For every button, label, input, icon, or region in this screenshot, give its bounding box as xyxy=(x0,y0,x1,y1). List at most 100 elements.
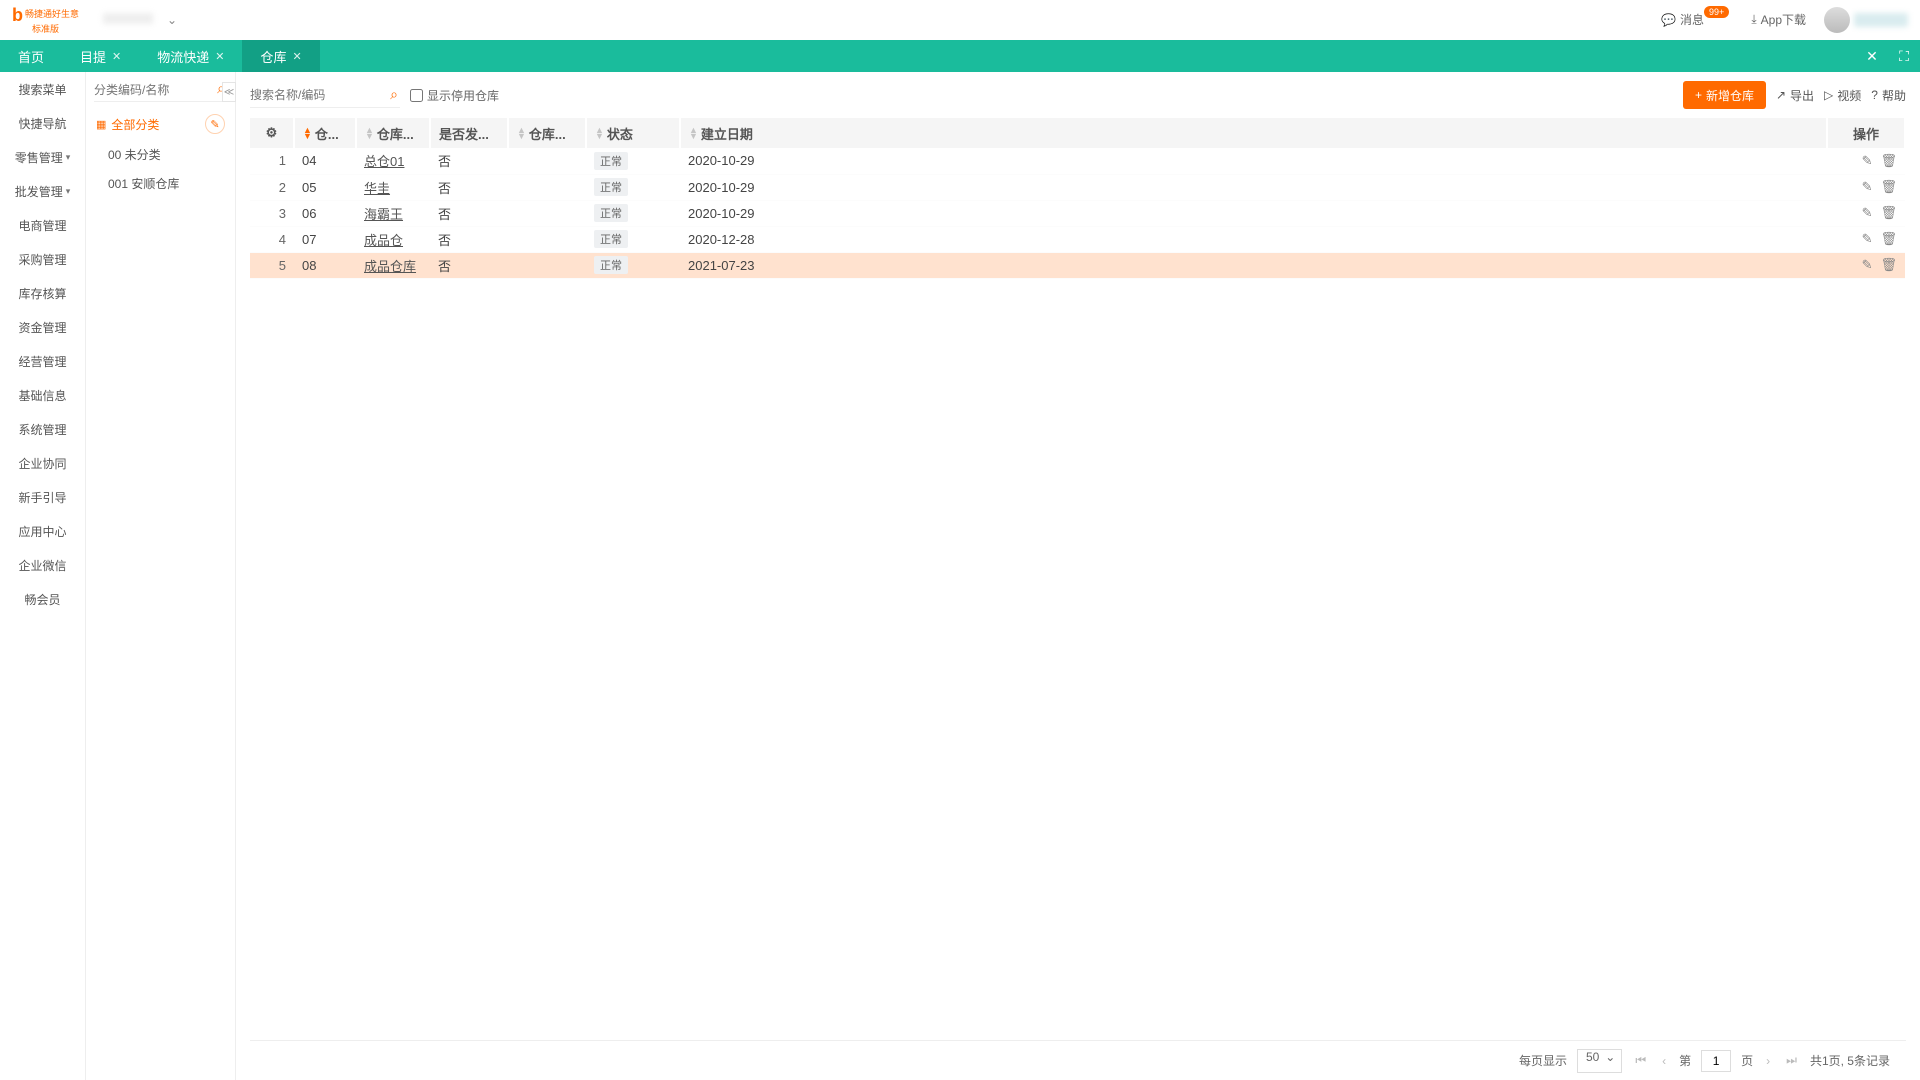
help-button[interactable]: ? 帮助 xyxy=(1871,87,1906,104)
delete-icon[interactable]: 🗑 xyxy=(1880,231,1897,246)
category-item-0[interactable]: 00 未分类 xyxy=(86,140,235,169)
edit-category-button[interactable]: ✎ xyxy=(205,114,225,134)
category-all[interactable]: ▦ 全部分类 ✎ xyxy=(86,108,235,140)
close-all-tabs-button[interactable]: ✕ xyxy=(1856,40,1888,72)
edit-icon[interactable]: ✎ xyxy=(1862,231,1873,246)
table-row[interactable]: 104总仓01否正常2020-10-29✎🗑 xyxy=(250,148,1905,174)
cell-code: 08 xyxy=(294,252,356,278)
nav-label: 基础信息 xyxy=(18,387,66,404)
nav-item-2[interactable]: 零售管理▾ xyxy=(0,140,85,174)
fullscreen-button[interactable]: ⛶ xyxy=(1888,40,1920,72)
export-button[interactable]: ↗ 导出 xyxy=(1776,87,1814,104)
nav-item-11[interactable]: 企业协同 xyxy=(0,446,85,480)
plus-icon: + xyxy=(1695,88,1702,102)
nav-item-9[interactable]: 基础信息 xyxy=(0,378,85,412)
messages-button[interactable]: 💬 消息 99+ xyxy=(1661,11,1733,28)
th-date[interactable]: ▲▼建立日期 xyxy=(680,118,1827,148)
nav-item-12[interactable]: 新手引导 xyxy=(0,480,85,514)
status-badge: 正常 xyxy=(594,230,628,248)
table-row[interactable]: 508成品仓库否正常2021-07-23✎🗑 xyxy=(250,252,1905,278)
th-gear[interactable]: ⚙ xyxy=(250,118,294,148)
edit-icon[interactable]: ✎ xyxy=(1862,153,1873,168)
warehouse-link[interactable]: 总仓01 xyxy=(364,154,404,169)
close-icon[interactable]: ✕ xyxy=(293,50,302,63)
tab-label: 目提 xyxy=(80,47,106,66)
th-name[interactable]: ▲▼仓库... xyxy=(356,118,430,148)
th-code[interactable]: ▲▼仓... xyxy=(294,118,356,148)
nav-item-15[interactable]: 畅会员 xyxy=(0,582,85,616)
nav-item-8[interactable]: 经营管理 xyxy=(0,344,85,378)
per-page-label: 每页显示 xyxy=(1519,1052,1567,1069)
th-status[interactable]: ▲▼状态 xyxy=(586,118,680,148)
category-item-1[interactable]: 001 安顺仓库 xyxy=(86,169,235,198)
search-icon[interactable]: ⌕ xyxy=(390,86,398,103)
tab-2[interactable]: 物流快递✕ xyxy=(139,40,242,72)
page-first-button[interactable]: ⏮ xyxy=(1632,1053,1649,1068)
cell-addr xyxy=(508,174,586,200)
close-icon[interactable]: ✕ xyxy=(112,50,121,63)
tab-label: 仓库 xyxy=(260,47,286,66)
cell-addr xyxy=(508,252,586,278)
delete-icon[interactable]: 🗑 xyxy=(1880,257,1897,272)
delete-icon[interactable]: 🗑 xyxy=(1880,153,1897,168)
nav-item-0[interactable]: 搜索菜单 xyxy=(0,72,85,106)
tab-label: 首页 xyxy=(18,47,44,66)
user-name-blur xyxy=(1854,13,1908,27)
show-disabled-input[interactable] xyxy=(410,89,423,102)
warehouse-link[interactable]: 成品仓库 xyxy=(364,259,416,274)
edit-icon[interactable]: ✎ xyxy=(1862,205,1873,220)
app-download-button[interactable]: ⤓ App下载 xyxy=(1751,11,1806,28)
toolbar: ⌕ 显示停用仓库 + 新增仓库 ↗ 导出 ▷ 视频 ? 帮助 xyxy=(236,72,1920,118)
company-dropdown[interactable]: ⌄ xyxy=(95,9,183,31)
cell-date: 2020-10-29 xyxy=(680,148,1827,174)
nav-item-7[interactable]: 资金管理 xyxy=(0,310,85,344)
nav-item-4[interactable]: 电商管理 xyxy=(0,208,85,242)
add-warehouse-button[interactable]: + 新增仓库 xyxy=(1683,81,1766,109)
table-row[interactable]: 306海霸王否正常2020-10-29✎🗑 xyxy=(250,200,1905,226)
delete-icon[interactable]: 🗑 xyxy=(1880,205,1897,220)
table-row[interactable]: 407成品仓否正常2020-12-28✎🗑 xyxy=(250,226,1905,252)
collapse-panel-button[interactable]: ≪ xyxy=(222,82,236,102)
page-input[interactable] xyxy=(1701,1050,1731,1072)
tab-1[interactable]: 目提 ✕ xyxy=(62,40,139,72)
main-search-input[interactable] xyxy=(250,82,400,108)
tab-bar: 首页目提✕物流快递✕仓库✕ ✕ ⛶ xyxy=(0,40,1920,72)
page-next-button[interactable]: › xyxy=(1763,1054,1773,1068)
edit-icon[interactable]: ✎ xyxy=(1862,257,1873,272)
edit-icon[interactable]: ✎ xyxy=(1862,179,1873,194)
tab-0[interactable]: 首页 xyxy=(0,40,62,72)
delete-icon[interactable]: 🗑 xyxy=(1880,179,1897,194)
tab-3[interactable]: 仓库 ✕ xyxy=(242,40,319,72)
export-label: 导出 xyxy=(1790,87,1814,104)
th-addr[interactable]: ▲▼仓库... xyxy=(508,118,586,148)
th-ship[interactable]: 是否发... xyxy=(430,118,508,148)
page-last-button[interactable]: ⏭ xyxy=(1783,1053,1800,1068)
per-page-select[interactable]: 50 ⌄ xyxy=(1577,1049,1622,1073)
cell-status: 正常 xyxy=(586,148,680,174)
table-row[interactable]: 205华圭否正常2020-10-29✎🗑 xyxy=(250,174,1905,200)
page-prev-button[interactable]: ‹ xyxy=(1659,1054,1669,1068)
nav-label: 系统管理 xyxy=(18,421,66,438)
warehouse-link[interactable]: 成品仓 xyxy=(364,233,403,248)
warehouse-link[interactable]: 华圭 xyxy=(364,181,390,196)
video-button[interactable]: ▷ 视频 xyxy=(1824,87,1861,104)
warehouse-link[interactable]: 海霸王 xyxy=(364,207,403,222)
cell-addr xyxy=(508,148,586,174)
category-search-input[interactable] xyxy=(94,78,227,102)
show-disabled-checkbox[interactable]: 显示停用仓库 xyxy=(410,87,499,104)
nav-label: 电商管理 xyxy=(18,217,66,234)
cell-ops: ✎🗑 xyxy=(1827,174,1905,200)
nav-item-10[interactable]: 系统管理 xyxy=(0,412,85,446)
nav-item-14[interactable]: 企业微信 xyxy=(0,548,85,582)
cell-index: 4 xyxy=(250,226,294,252)
nav-item-13[interactable]: 应用中心 xyxy=(0,514,85,548)
nav-item-6[interactable]: 库存核算 xyxy=(0,276,85,310)
close-icon[interactable]: ✕ xyxy=(215,50,224,63)
cell-ops: ✎🗑 xyxy=(1827,226,1905,252)
nav-item-5[interactable]: 采购管理 xyxy=(0,242,85,276)
nav-item-3[interactable]: 批发管理▾ xyxy=(0,174,85,208)
top-header: b 畅捷通好生意 标准版 ⌄ 💬 消息 99+ ⤓ App下载 xyxy=(0,0,1920,40)
nav-item-1[interactable]: 快捷导航 xyxy=(0,106,85,140)
user-menu[interactable] xyxy=(1824,7,1908,33)
layout: 搜索菜单快捷导航零售管理▾批发管理▾ 电商管理采购管理库存核算资金管理经营管理基础… xyxy=(0,72,1920,1080)
